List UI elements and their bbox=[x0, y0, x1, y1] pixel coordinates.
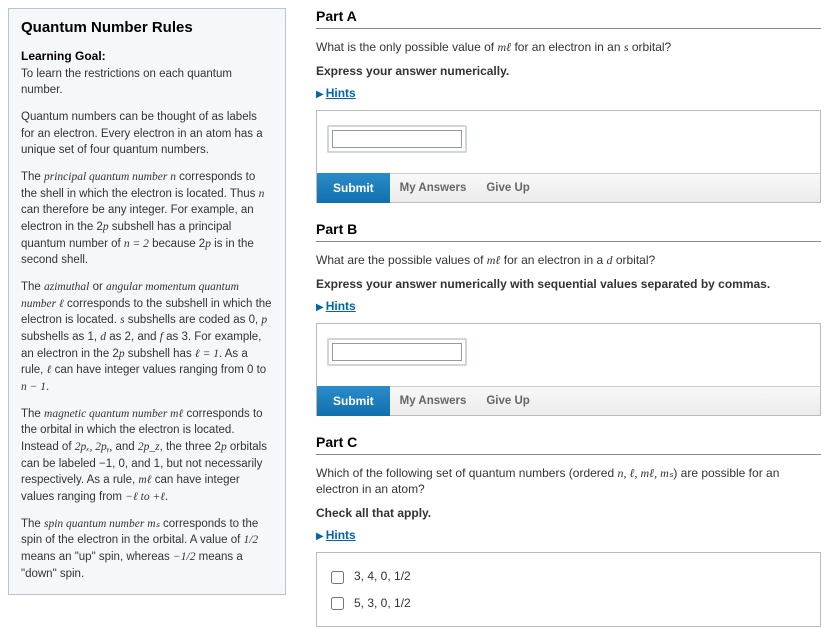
part-b-title: Part B bbox=[316, 221, 821, 242]
right-panel: Part A What is the only possible value o… bbox=[298, 0, 833, 627]
caret-right-icon: ▶ bbox=[316, 302, 324, 313]
give-up-button-b[interactable]: Give Up bbox=[476, 395, 539, 407]
checkbox-2[interactable] bbox=[331, 597, 344, 610]
intro-paragraph: Quantum numbers can be thought of as lab… bbox=[21, 109, 273, 159]
page-title: Quantum Number Rules bbox=[21, 19, 273, 36]
submit-button-a[interactable]: Submit bbox=[317, 173, 390, 203]
hints-link-a[interactable]: Hints bbox=[326, 86, 356, 100]
azimuthal-paragraph: The azimuthal or angular momentum quantu… bbox=[21, 279, 273, 396]
caret-right-icon: ▶ bbox=[316, 531, 324, 542]
learning-goal-text: To learn the restrictions on each quantu… bbox=[21, 68, 232, 97]
part-b-input[interactable] bbox=[332, 343, 462, 361]
part-a-title: Part A bbox=[316, 8, 821, 29]
part-b-question: What are the possible values of mℓ for a… bbox=[316, 252, 821, 269]
give-up-button-a[interactable]: Give Up bbox=[476, 182, 539, 194]
check-option-2: 5, 3, 0, 1/2 bbox=[331, 590, 806, 616]
hints-link-b[interactable]: Hints bbox=[326, 299, 356, 313]
part-c-checklist: 3, 4, 0, 1/2 5, 3, 0, 1/2 bbox=[316, 552, 821, 627]
part-a-instruction: Express your answer numerically. bbox=[316, 64, 821, 78]
part-a-input[interactable] bbox=[332, 130, 462, 148]
left-panel: Quantum Number Rules Learning Goal: To l… bbox=[0, 0, 298, 627]
learning-goal-label: Learning Goal: bbox=[21, 49, 106, 63]
check-label-1: 3, 4, 0, 1/2 bbox=[354, 569, 411, 583]
spin-paragraph: The spin quantum number mₛ corresponds t… bbox=[21, 516, 273, 583]
learning-goal-box: Quantum Number Rules Learning Goal: To l… bbox=[8, 8, 286, 595]
hints-link-c[interactable]: Hints bbox=[326, 528, 356, 542]
part-b-instruction: Express your answer numerically with seq… bbox=[316, 277, 821, 291]
submit-button-b[interactable]: Submit bbox=[317, 386, 390, 416]
magnetic-paragraph: The magnetic quantum number mℓ correspon… bbox=[21, 406, 273, 506]
part-a-question: What is the only possible value of mℓ fo… bbox=[316, 39, 821, 56]
part-c-question: Which of the following set of quantum nu… bbox=[316, 465, 821, 499]
checkbox-1[interactable] bbox=[331, 571, 344, 584]
part-b-answer-box bbox=[316, 323, 821, 386]
part-a-answer-box bbox=[316, 110, 821, 173]
part-c-title: Part C bbox=[316, 434, 821, 455]
principal-paragraph: The principal quantum number n correspon… bbox=[21, 169, 273, 269]
my-answers-button-b[interactable]: My Answers bbox=[390, 395, 477, 407]
caret-right-icon: ▶ bbox=[316, 89, 324, 100]
check-label-2: 5, 3, 0, 1/2 bbox=[354, 596, 411, 610]
part-a-button-row: Submit My Answers Give Up bbox=[316, 173, 821, 203]
part-b-button-row: Submit My Answers Give Up bbox=[316, 386, 821, 416]
check-option-1: 3, 4, 0, 1/2 bbox=[331, 563, 806, 589]
my-answers-button-a[interactable]: My Answers bbox=[390, 182, 477, 194]
part-c-instruction: Check all that apply. bbox=[316, 506, 821, 520]
